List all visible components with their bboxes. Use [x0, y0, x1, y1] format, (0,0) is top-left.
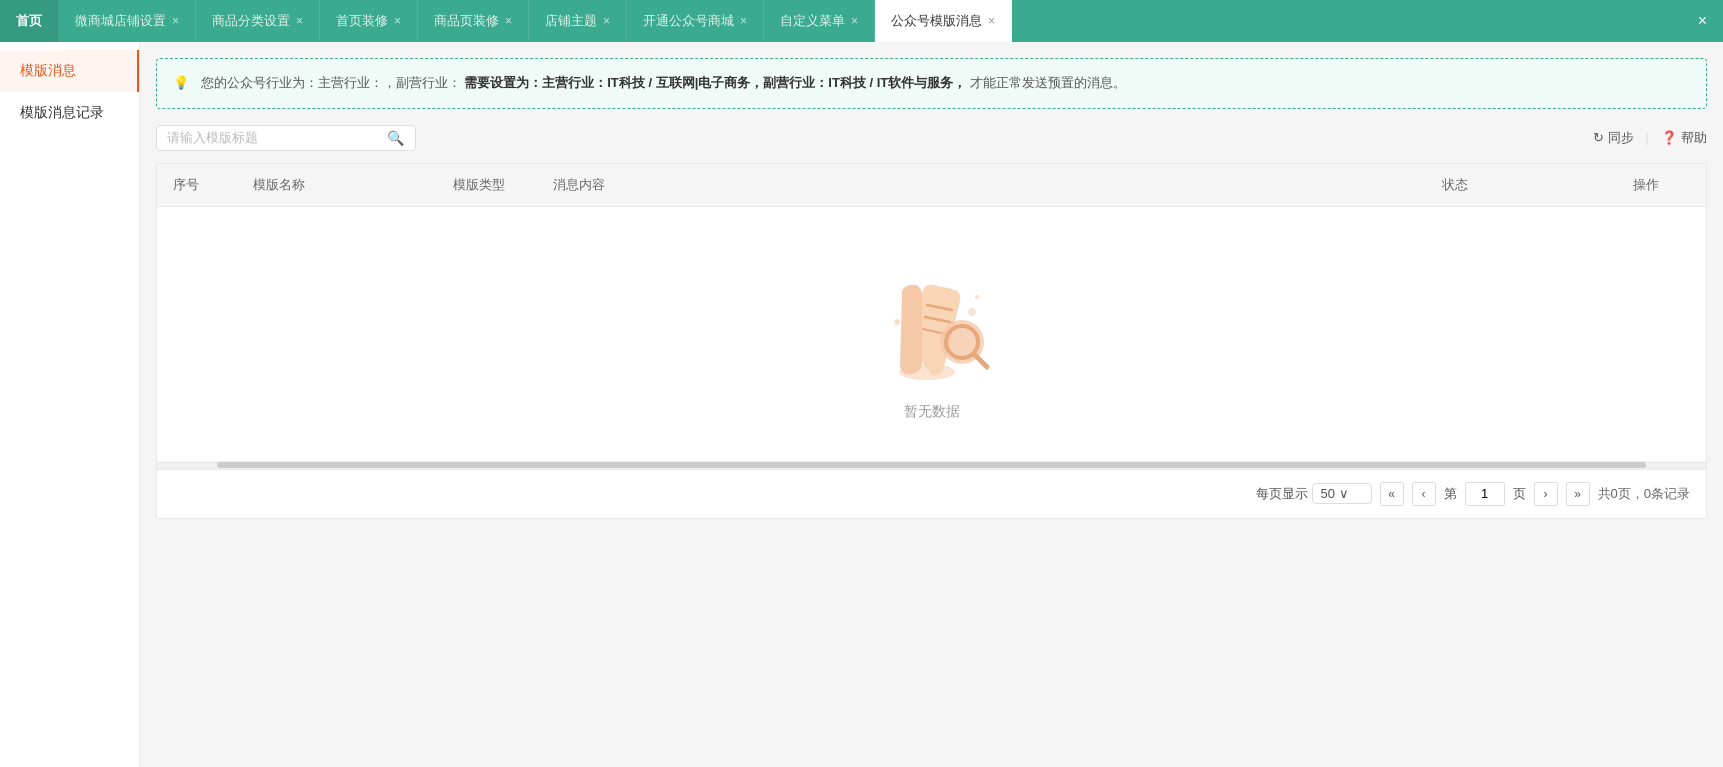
nav-tab-homepage-label: 首页装修	[336, 12, 388, 30]
page-size-select[interactable]: 50 ∨	[1312, 483, 1372, 504]
search-bar: 🔍 ↻ 同步 | ❓ 帮助	[156, 125, 1707, 151]
th-seq: 序号	[157, 164, 237, 206]
next-page-button[interactable]: ›	[1534, 482, 1558, 506]
th-name: 模版名称	[237, 164, 437, 206]
th-status: 状态	[1426, 164, 1586, 206]
prev-page-icon: ‹	[1422, 487, 1426, 501]
page-size-label: 每页显示	[1256, 485, 1308, 503]
page-size-value: 50	[1321, 486, 1335, 501]
nav-tab-category-label: 商品分类设置	[212, 12, 290, 30]
total-info: 共0页，0条记录	[1598, 485, 1690, 503]
sidebar-item-template-log[interactable]: 模版消息记录	[0, 92, 139, 134]
svg-point-8	[968, 308, 976, 316]
nav-tab-weshop[interactable]: 微商城店铺设置 ×	[59, 0, 196, 42]
sync-icon: ↻	[1593, 130, 1604, 145]
search-actions: ↻ 同步 | ❓ 帮助	[1593, 129, 1707, 147]
page-word: 第	[1444, 485, 1457, 503]
prev-page-button[interactable]: ‹	[1412, 482, 1436, 506]
current-page-input[interactable]	[1465, 482, 1505, 506]
nav-tab-home-label: 首页	[16, 12, 42, 30]
empty-text: 暂无数据	[904, 403, 960, 421]
page-unit: 页	[1513, 485, 1526, 503]
nav-tab-menu[interactable]: 自定义菜单 ×	[764, 0, 875, 42]
notice-icon: 💡	[173, 75, 189, 90]
nav-tab-theme-label: 店铺主题	[545, 12, 597, 30]
svg-point-7	[894, 319, 900, 325]
search-icon[interactable]: 🔍	[387, 130, 404, 146]
th-type: 模版类型	[437, 164, 537, 206]
nav-tab-productpage-close[interactable]: ×	[505, 14, 512, 28]
nav-tab-homepage[interactable]: 首页装修 ×	[320, 0, 418, 42]
nav-tab-template[interactable]: 公众号模版消息 ×	[875, 0, 1012, 42]
nav-tab-home[interactable]: 首页	[0, 0, 59, 42]
sidebar: 模版消息 模版消息记录	[0, 42, 140, 767]
empty-state: 暂无数据	[157, 207, 1706, 461]
page-size-wrap: 每页显示 50 ∨	[1256, 483, 1372, 504]
th-action: 操作	[1586, 164, 1706, 206]
nav-tab-theme[interactable]: 店铺主题 ×	[529, 0, 627, 42]
nav-tab-category-close[interactable]: ×	[296, 14, 303, 28]
nav-tab-mall-label: 开通公众号商城	[643, 12, 734, 30]
sidebar-item-template-log-label: 模版消息记录	[20, 104, 104, 120]
nav-tab-template-close[interactable]: ×	[988, 14, 995, 28]
search-input-wrap[interactable]: 🔍	[156, 125, 416, 151]
notice-text-prefix: 您的公众号行业为：主营行业：，副营行业：	[201, 75, 461, 90]
table-header: 序号 模版名称 模版类型 消息内容 状态 操作	[157, 164, 1706, 207]
chevron-down-icon: ∨	[1339, 486, 1349, 501]
first-page-button[interactable]: «	[1380, 482, 1404, 506]
last-page-button[interactable]: »	[1566, 482, 1590, 506]
svg-point-9	[975, 295, 979, 299]
nav-tab-weshop-label: 微商城店铺设置	[75, 12, 166, 30]
help-button[interactable]: ❓ 帮助	[1661, 129, 1707, 147]
search-input[interactable]	[167, 130, 387, 145]
notice-box: 💡 您的公众号行业为：主营行业：，副营行业： 需要设置为：主营行业：IT科技 /…	[156, 58, 1707, 109]
notice-highlight: 需要设置为：主营行业：IT科技 / 互联网|电子商务，副营行业：IT科技 / I…	[464, 75, 966, 90]
scrollbar-thumb[interactable]	[217, 462, 1646, 468]
nav-tab-menu-label: 自定义菜单	[780, 12, 845, 30]
notice-text-suffix: 才能正常发送预置的消息。	[970, 75, 1126, 90]
th-content: 消息内容	[537, 164, 1426, 206]
pagination: 每页显示 50 ∨ « ‹ 第 页 ›	[157, 469, 1706, 518]
divider: |	[1646, 130, 1649, 145]
sync-button[interactable]: ↻ 同步	[1593, 129, 1634, 147]
scrollbar-area[interactable]	[157, 461, 1706, 469]
table-wrap: 序号 模版名称 模版类型 消息内容 状态 操作	[156, 163, 1707, 519]
nav-tab-category[interactable]: 商品分类设置 ×	[196, 0, 320, 42]
nav-tab-homepage-close[interactable]: ×	[394, 14, 401, 28]
top-nav: 首页 微商城店铺设置 × 商品分类设置 × 首页装修 × 商品页装修 × 店铺主…	[0, 0, 1723, 42]
nav-tab-mall-close[interactable]: ×	[740, 14, 747, 28]
help-label: 帮助	[1681, 129, 1707, 147]
last-page-icon: »	[1574, 487, 1581, 501]
nav-tab-productpage[interactable]: 商品页装修 ×	[418, 0, 529, 42]
nav-tab-template-label: 公众号模版消息	[891, 12, 982, 30]
sidebar-item-template-msg[interactable]: 模版消息	[0, 50, 139, 92]
svg-line-6	[974, 354, 987, 367]
empty-illustration	[872, 267, 992, 387]
next-page-icon: ›	[1544, 487, 1548, 501]
help-icon: ❓	[1661, 130, 1677, 145]
sidebar-item-template-msg-label: 模版消息	[20, 62, 76, 78]
global-close-button[interactable]: ×	[1682, 12, 1723, 30]
main-layout: 模版消息 模版消息记录 💡 您的公众号行业为：主营行业：，副营行业： 需要设置为…	[0, 42, 1723, 767]
content-area: 💡 您的公众号行业为：主营行业：，副营行业： 需要设置为：主营行业：IT科技 /…	[140, 42, 1723, 767]
nav-tab-theme-close[interactable]: ×	[603, 14, 610, 28]
sync-label: 同步	[1608, 129, 1634, 147]
first-page-icon: «	[1388, 487, 1395, 501]
nav-tab-productpage-label: 商品页装修	[434, 12, 499, 30]
nav-tab-weshop-close[interactable]: ×	[172, 14, 179, 28]
nav-tab-mall[interactable]: 开通公众号商城 ×	[627, 0, 764, 42]
nav-tab-menu-close[interactable]: ×	[851, 14, 858, 28]
